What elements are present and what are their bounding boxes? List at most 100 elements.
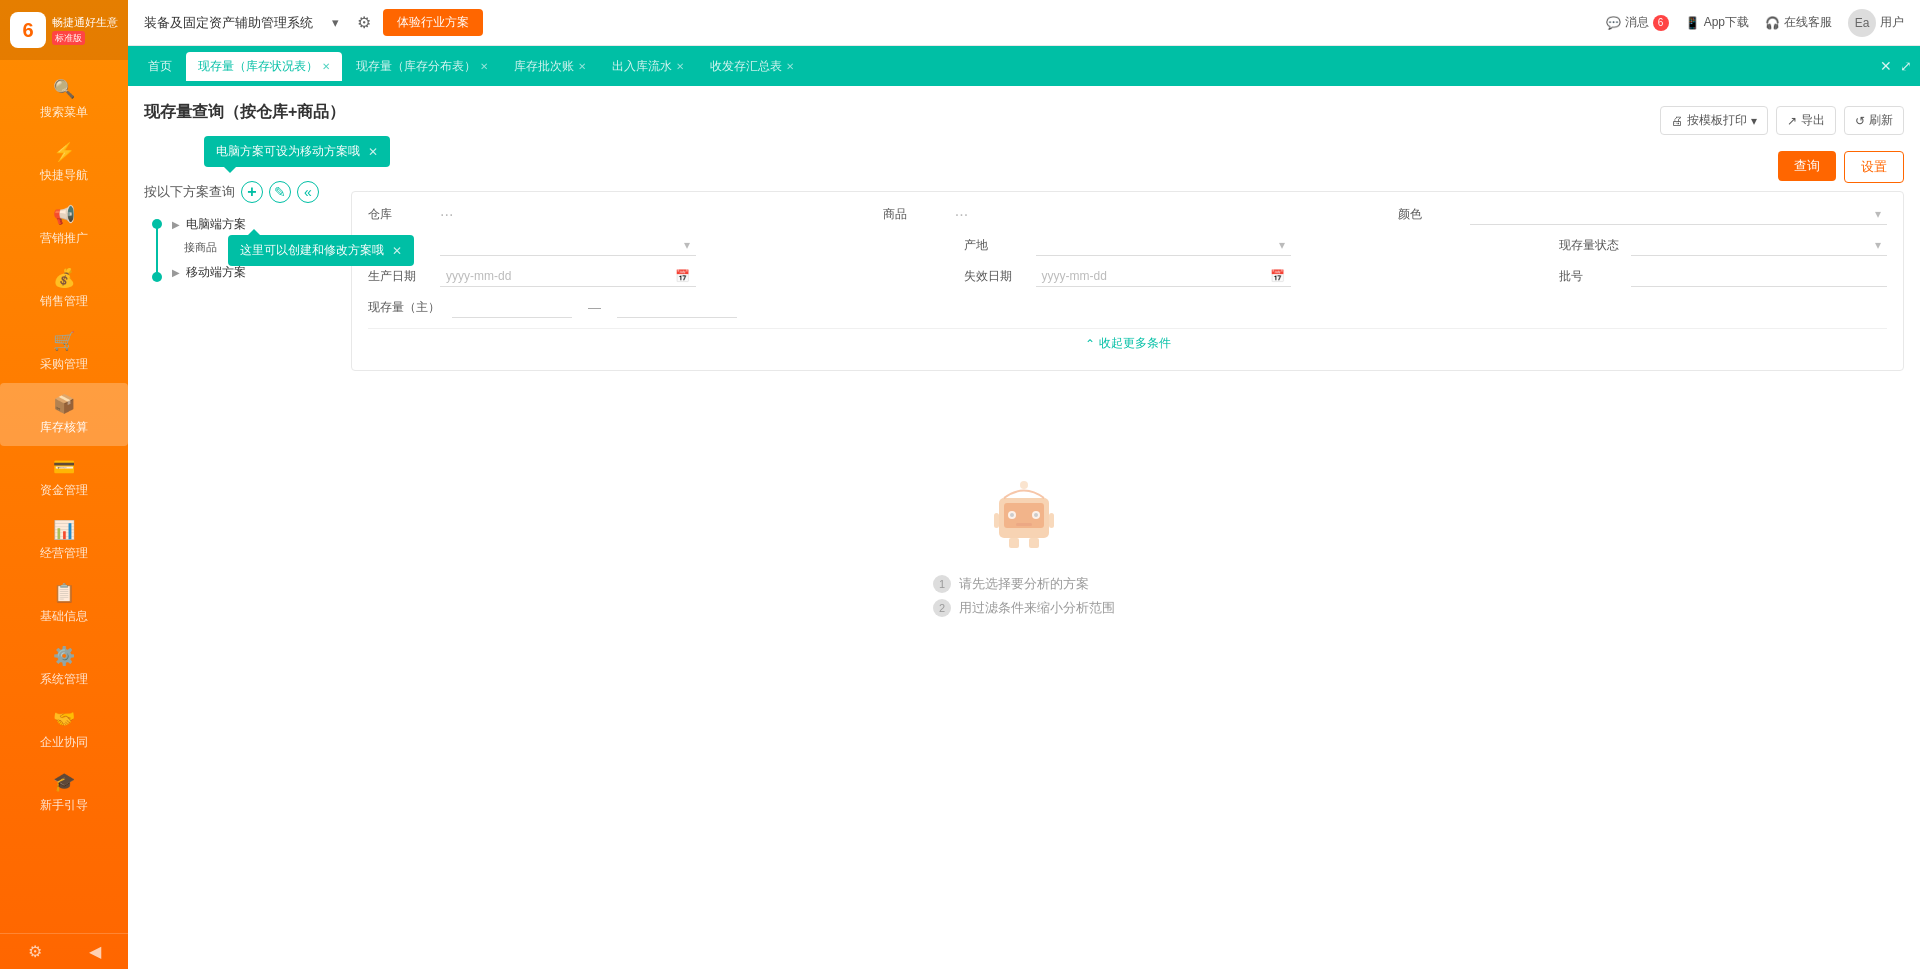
stock-separator: — [584,300,605,315]
step-num-2: 2 [933,599,951,617]
batch-input[interactable] [1631,266,1887,287]
search-btn[interactable]: 查询 [1778,151,1836,181]
sidebar-item-operations[interactable]: 📊 经营管理 [0,509,128,572]
header-left: 装备及固定资产辅助管理系统 ▾ ⚙ 体验行业方案 [144,9,483,36]
app-logo: 6 畅捷通好生意 标准版 [0,0,128,60]
back-scheme-btn[interactable]: « [297,181,319,203]
sidebar-item-enterprise[interactable]: 🤝 企业协同 [0,698,128,761]
empty-state: 1 请先选择要分析的方案 2 用过滤条件来缩小分析范围 [144,383,1904,697]
sidebar-item-quick[interactable]: ⚡ 快捷导航 [0,131,128,194]
avatar: Ea [1848,9,1876,37]
sidebar-item-inventory[interactable]: 📦 库存核算 [0,383,128,446]
system-title: 装备及固定资产辅助管理系统 [144,14,313,32]
collapse-btn[interactable]: ⌃ 收起更多条件 [368,328,1887,358]
guide-nav-icon: 🎓 [53,771,75,793]
tab-inventory-status[interactable]: 现存量（库存状况表） ✕ [186,52,342,81]
stock-status-label: 现存量状态 [1559,237,1619,254]
tab-batch-account[interactable]: 库存批次账 ✕ [502,52,598,81]
svg-point-4 [1010,513,1014,517]
stock-max-input[interactable] [617,297,737,318]
refresh-btn[interactable]: ↺ 刷新 [1844,106,1904,135]
tab-summary[interactable]: 收发存汇总表 ✕ [698,52,806,81]
finance-nav-icon: 💳 [53,456,75,478]
svg-rect-6 [1016,523,1032,526]
sidebar-item-system[interactable]: ⚙️ 系统管理 [0,635,128,698]
print-icon: 🖨 [1671,114,1683,128]
sidebar-item-guide[interactable]: 🎓 新手引导 [0,761,128,824]
calendar-icon-2: 📅 [1270,269,1285,283]
color-label: 颜色 [1398,206,1458,223]
warehouse-dots[interactable]: ··· [440,206,453,224]
filter-area: 仓库 ··· 商品 ··· 颜色 ▾ 尺码 [351,191,1904,371]
tab-close-2[interactable]: ✕ [480,61,488,72]
content-area: 现存量查询（按仓库+商品） 🖨 按模板打印 ▾ ↗ 导出 ↺ 刷新 [128,86,1920,969]
scheme-item-pc[interactable]: ▶ 电脑端方案 这里可以创建和修改方案哦 ✕ [168,211,339,238]
sidebar-item-marketing[interactable]: 📢 营销推广 [0,194,128,257]
system-title-dropdown[interactable]: ▾ [325,13,345,33]
export-icon: ↗ [1787,114,1797,128]
sidebar-item-sales[interactable]: 💰 销售管理 [0,257,128,320]
tab-bar-right: ✕ ⤢ [1880,58,1912,74]
refresh-icon: ↺ [1855,114,1865,128]
origin-label: 产地 [964,237,1024,254]
empty-illustration [974,463,1074,563]
sidebar-settings-icon[interactable]: ⚙ [28,942,42,961]
svg-rect-7 [994,513,999,528]
export-btn[interactable]: ↗ 导出 [1776,106,1836,135]
add-scheme-btn[interactable]: + [241,181,263,203]
top-header: 装备及固定资产辅助管理系统 ▾ ⚙ 体验行业方案 💬 消息 6 📱 App下载 … [128,0,1920,46]
stock-min-input[interactable] [452,297,572,318]
header-settings-icon[interactable]: ⚙ [357,13,371,32]
main-area: 装备及固定资产辅助管理系统 ▾ ⚙ 体验行业方案 💬 消息 6 📱 App下载 … [128,0,1920,969]
print-btn[interactable]: 🖨 按模板打印 ▾ [1660,106,1768,135]
size-select[interactable]: ▾ [440,235,696,256]
tab-inventory-dist[interactable]: 现存量（库存分布表） ✕ [344,52,500,81]
mobile-scheme-arrow: ▶ [172,267,180,278]
svg-point-5 [1034,513,1038,517]
system-nav-icon: ⚙️ [53,645,75,667]
sidebar-item-purchase[interactable]: 🛒 采购管理 [0,320,128,383]
manufacture-date-input[interactable]: yyyy-mm-dd 📅 [440,266,696,287]
print-dropdown-icon: ▾ [1751,114,1757,128]
empty-text: 1 请先选择要分析的方案 2 用过滤条件来缩小分析范围 [933,575,1115,617]
industry-btn[interactable]: 体验行业方案 [383,9,483,36]
tab-close-4[interactable]: ✕ [676,61,684,72]
edit-tooltip-close[interactable]: ✕ [392,244,402,258]
enterprise-nav-icon: 🤝 [53,708,75,730]
color-select[interactable]: ▾ [1470,204,1887,225]
sidebar-collapse-icon[interactable]: ◀ [89,942,101,961]
filter-row-2: 尺码 ▾ 产地 ▾ 现存量状态 ▾ [368,235,1887,256]
tab-home[interactable]: 首页 [136,52,184,81]
stock-status-select[interactable]: ▾ [1631,235,1887,256]
manufacture-date-label: 生产日期 [368,268,428,285]
message-action[interactable]: 💬 消息 6 [1606,14,1669,31]
origin-select[interactable]: ▾ [1036,235,1292,256]
pc-scheme-arrow: ▶ [172,219,180,230]
svg-point-11 [1020,481,1028,489]
scheme-tooltip-1-close[interactable]: ✕ [368,145,378,159]
goods-dots[interactable]: ··· [955,206,968,224]
tab-fullscreen-icon[interactable]: ⤢ [1900,58,1912,74]
settings-btn[interactable]: 设置 [1844,151,1904,183]
tab-inout-flow[interactable]: 出入库流水 ✕ [600,52,696,81]
expiry-date-input[interactable]: yyyy-mm-dd 📅 [1036,266,1292,287]
empty-step-2: 2 用过滤条件来缩小分析范围 [933,599,1115,617]
online-support-action[interactable]: 🎧 在线客服 [1765,14,1832,31]
app-download-action[interactable]: 📱 App下载 [1685,14,1749,31]
logo-icon: 6 [10,12,46,48]
marketing-nav-icon: 📢 [53,204,75,226]
user-action[interactable]: Ea 用户 [1848,9,1904,37]
sidebar-item-finance[interactable]: 💳 资金管理 [0,446,128,509]
sidebar-item-search[interactable]: 🔍 搜索菜单 [0,68,128,131]
empty-step-1: 1 请先选择要分析的方案 [933,575,1115,593]
sidebar-item-basic[interactable]: 📋 基础信息 [0,572,128,635]
tab-close-3[interactable]: ✕ [578,61,586,72]
tab-close-1[interactable]: ✕ [322,61,330,72]
edit-scheme-btn[interactable]: ✎ [269,181,291,203]
logo-text: 畅捷通好生意 标准版 [52,15,118,46]
tab-close-all-icon[interactable]: ✕ [1880,58,1892,74]
tab-close-5[interactable]: ✕ [786,61,794,72]
calendar-icon-1: 📅 [675,269,690,283]
operations-nav-icon: 📊 [53,519,75,541]
filter-row-3: 生产日期 yyyy-mm-dd 📅 失效日期 yyyy-mm-dd 📅 批号 [368,266,1887,287]
